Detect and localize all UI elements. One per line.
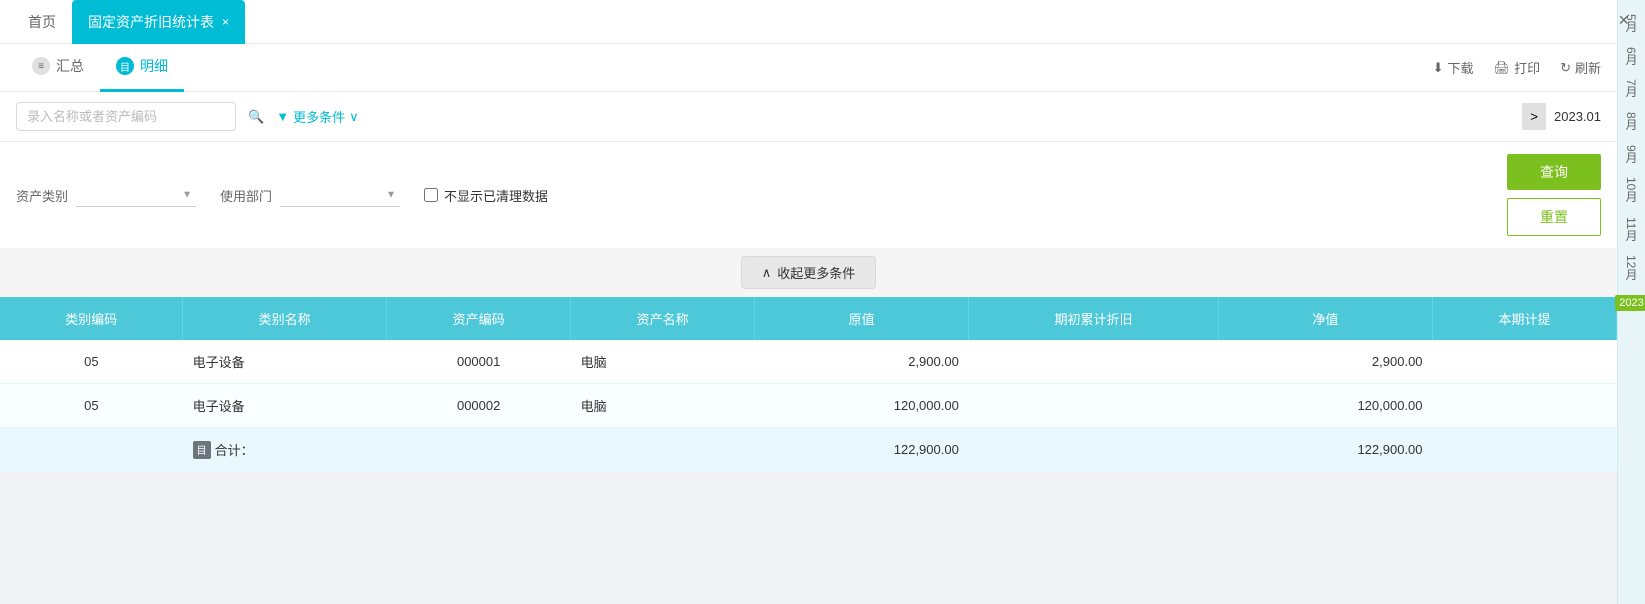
- cell-asset-code: 000002: [387, 384, 571, 428]
- total-label-cell: [0, 428, 183, 472]
- cell-current-depreciation: [1433, 384, 1617, 428]
- col-category-name: 类别名称: [183, 297, 387, 340]
- tab-label: 固定资产折旧统计表: [88, 12, 214, 32]
- cell-accumulated-depreciation: [969, 340, 1218, 384]
- search-input[interactable]: [16, 102, 236, 131]
- month-item[interactable]: 9月: [1619, 139, 1644, 170]
- cell-original-value: 120,000.00: [755, 384, 969, 428]
- month-item[interactable]: 10月: [1619, 171, 1644, 208]
- total-accumulated-depreciation: [969, 428, 1218, 472]
- department-dropdown-wrap: [280, 183, 400, 207]
- print-label: 打印: [1514, 58, 1540, 77]
- cell-accumulated-depreciation: [969, 384, 1218, 428]
- cell-category-name: 电子设备: [183, 384, 387, 428]
- department-label: 使用部门: [220, 186, 272, 205]
- total-row: 目合计： 122,900.00 122,900.00: [0, 428, 1617, 472]
- collapse-icon: ∧: [762, 265, 772, 281]
- total-original-value: 122,900.00: [755, 428, 969, 472]
- total-label: 目合计：: [183, 428, 387, 472]
- year-badge[interactable]: 2023: [1611, 289, 1645, 317]
- cell-category-code: 05: [0, 384, 183, 428]
- refresh-icon: ↻: [1560, 60, 1571, 76]
- no-cleared-checkbox[interactable]: [424, 188, 438, 202]
- date-nav-button[interactable]: >: [1522, 103, 1546, 130]
- table-row: 05 电子设备 000001 电脑 2,900.00 2,900.00: [0, 340, 1617, 384]
- filter-actions: 查询 重置: [1507, 154, 1601, 236]
- month-item[interactable]: 11月: [1619, 211, 1644, 247]
- filter-icon: ▼: [276, 109, 289, 124]
- col-asset-code: 资产编码: [387, 297, 571, 340]
- date-label: 2023.01: [1554, 109, 1601, 124]
- download-icon: ⬇: [1433, 60, 1444, 76]
- more-conditions-button[interactable]: ▼ 更多条件 ∨: [276, 107, 358, 126]
- department-select[interactable]: [280, 183, 400, 207]
- cell-current-depreciation: [1433, 340, 1617, 384]
- asset-category-dropdown-wrap: [76, 183, 196, 207]
- cell-asset-name: 电脑: [571, 384, 755, 428]
- month-item[interactable]: 8月: [1619, 106, 1644, 137]
- filter-row: 资产类别 使用部门 不显示已清理数据 查询 重置: [0, 142, 1617, 248]
- total-asset-code: [387, 428, 571, 472]
- col-net-value: 净值: [1218, 297, 1432, 340]
- col-current-depreciation: 本期计提: [1433, 297, 1617, 340]
- total-current-depreciation: [1433, 428, 1617, 472]
- collapse-button[interactable]: ∧ 收起更多条件: [741, 256, 877, 289]
- sub-tabs-bar: ≡ 汇总 目 明细 ⬇ 下载 🖨 打印 ↻ 刷新: [0, 44, 1617, 92]
- right-sidebar: 5月6月7月8月9月10月11月12月2023: [1617, 0, 1645, 604]
- month-item[interactable]: 12月: [1619, 249, 1644, 286]
- data-table-wrap: 类别编码 类别名称 资产编码 资产名称 原值 期初累计折旧 净值 本期计提 05…: [0, 297, 1617, 604]
- query-button[interactable]: 查询: [1507, 154, 1601, 190]
- asset-category-select[interactable]: [76, 183, 196, 207]
- detail-icon: 目: [116, 57, 134, 75]
- tab-detail[interactable]: 目 明细: [100, 44, 184, 92]
- reset-button[interactable]: 重置: [1507, 198, 1601, 236]
- no-cleared-filter: 不显示已清理数据: [424, 186, 548, 205]
- home-nav[interactable]: 首页: [12, 12, 72, 32]
- summary-label: 汇总: [56, 56, 84, 76]
- year-label: 2023: [1615, 295, 1645, 311]
- tab-summary[interactable]: ≡ 汇总: [16, 44, 100, 92]
- summary-icon: ≡: [32, 57, 50, 75]
- month-item[interactable]: 6月: [1619, 41, 1644, 72]
- cell-original-value: 2,900.00: [755, 340, 969, 384]
- active-tab[interactable]: 固定资产折旧统计表 ×: [72, 0, 245, 44]
- table-header-row: 类别编码 类别名称 资产编码 资产名称 原值 期初累计折旧 净值 本期计提: [0, 297, 1617, 340]
- col-accumulated-depreciation: 期初累计折旧: [969, 297, 1218, 340]
- cell-category-code: 05: [0, 340, 183, 384]
- chevron-down-icon: ∨: [349, 109, 359, 125]
- total-net-value: 122,900.00: [1218, 428, 1432, 472]
- print-button[interactable]: 🖨 打印: [1494, 58, 1541, 77]
- collapse-label: 收起更多条件: [777, 263, 855, 282]
- col-original-value: 原值: [755, 297, 969, 340]
- cell-category-name: 电子设备: [183, 340, 387, 384]
- cell-net-value: 2,900.00: [1218, 340, 1432, 384]
- search-bar: 🔍 ▼ 更多条件 ∨ > 2023.01: [0, 92, 1617, 142]
- download-label: 下载: [1448, 58, 1474, 77]
- col-category-code: 类别编码: [0, 297, 183, 340]
- refresh-button[interactable]: ↻ 刷新: [1560, 58, 1601, 77]
- table-row: 05 电子设备 000002 电脑 120,000.00 120,000.00: [0, 384, 1617, 428]
- department-filter: 使用部门: [220, 183, 400, 207]
- print-icon: 🖨: [1494, 60, 1511, 76]
- no-cleared-label: 不显示已清理数据: [444, 186, 548, 205]
- asset-category-label: 资产类别: [16, 186, 68, 205]
- cell-net-value: 120,000.00: [1218, 384, 1432, 428]
- detail-label: 明细: [140, 56, 168, 76]
- col-asset-name: 资产名称: [571, 297, 755, 340]
- refresh-label: 刷新: [1575, 58, 1601, 77]
- more-conditions-label: 更多条件: [293, 107, 345, 126]
- search-icon[interactable]: 🔍: [248, 109, 264, 125]
- cell-asset-code: 000001: [387, 340, 571, 384]
- window-close-button[interactable]: ×: [1618, 10, 1629, 31]
- toolbar-right: ⬇ 下载 🖨 打印 ↻ 刷新: [1433, 58, 1601, 77]
- asset-category-filter: 资产类别: [16, 183, 196, 207]
- cell-asset-name: 电脑: [571, 340, 755, 384]
- download-button[interactable]: ⬇ 下载: [1433, 58, 1474, 77]
- total-asset-name: [571, 428, 755, 472]
- date-range-area: > 2023.01: [1522, 103, 1601, 130]
- data-table: 类别编码 类别名称 资产编码 资产名称 原值 期初累计折旧 净值 本期计提 05…: [0, 297, 1617, 472]
- tab-close-icon[interactable]: ×: [222, 15, 229, 29]
- month-item[interactable]: 7月: [1619, 73, 1644, 104]
- collapse-row: ∧ 收起更多条件: [0, 248, 1617, 297]
